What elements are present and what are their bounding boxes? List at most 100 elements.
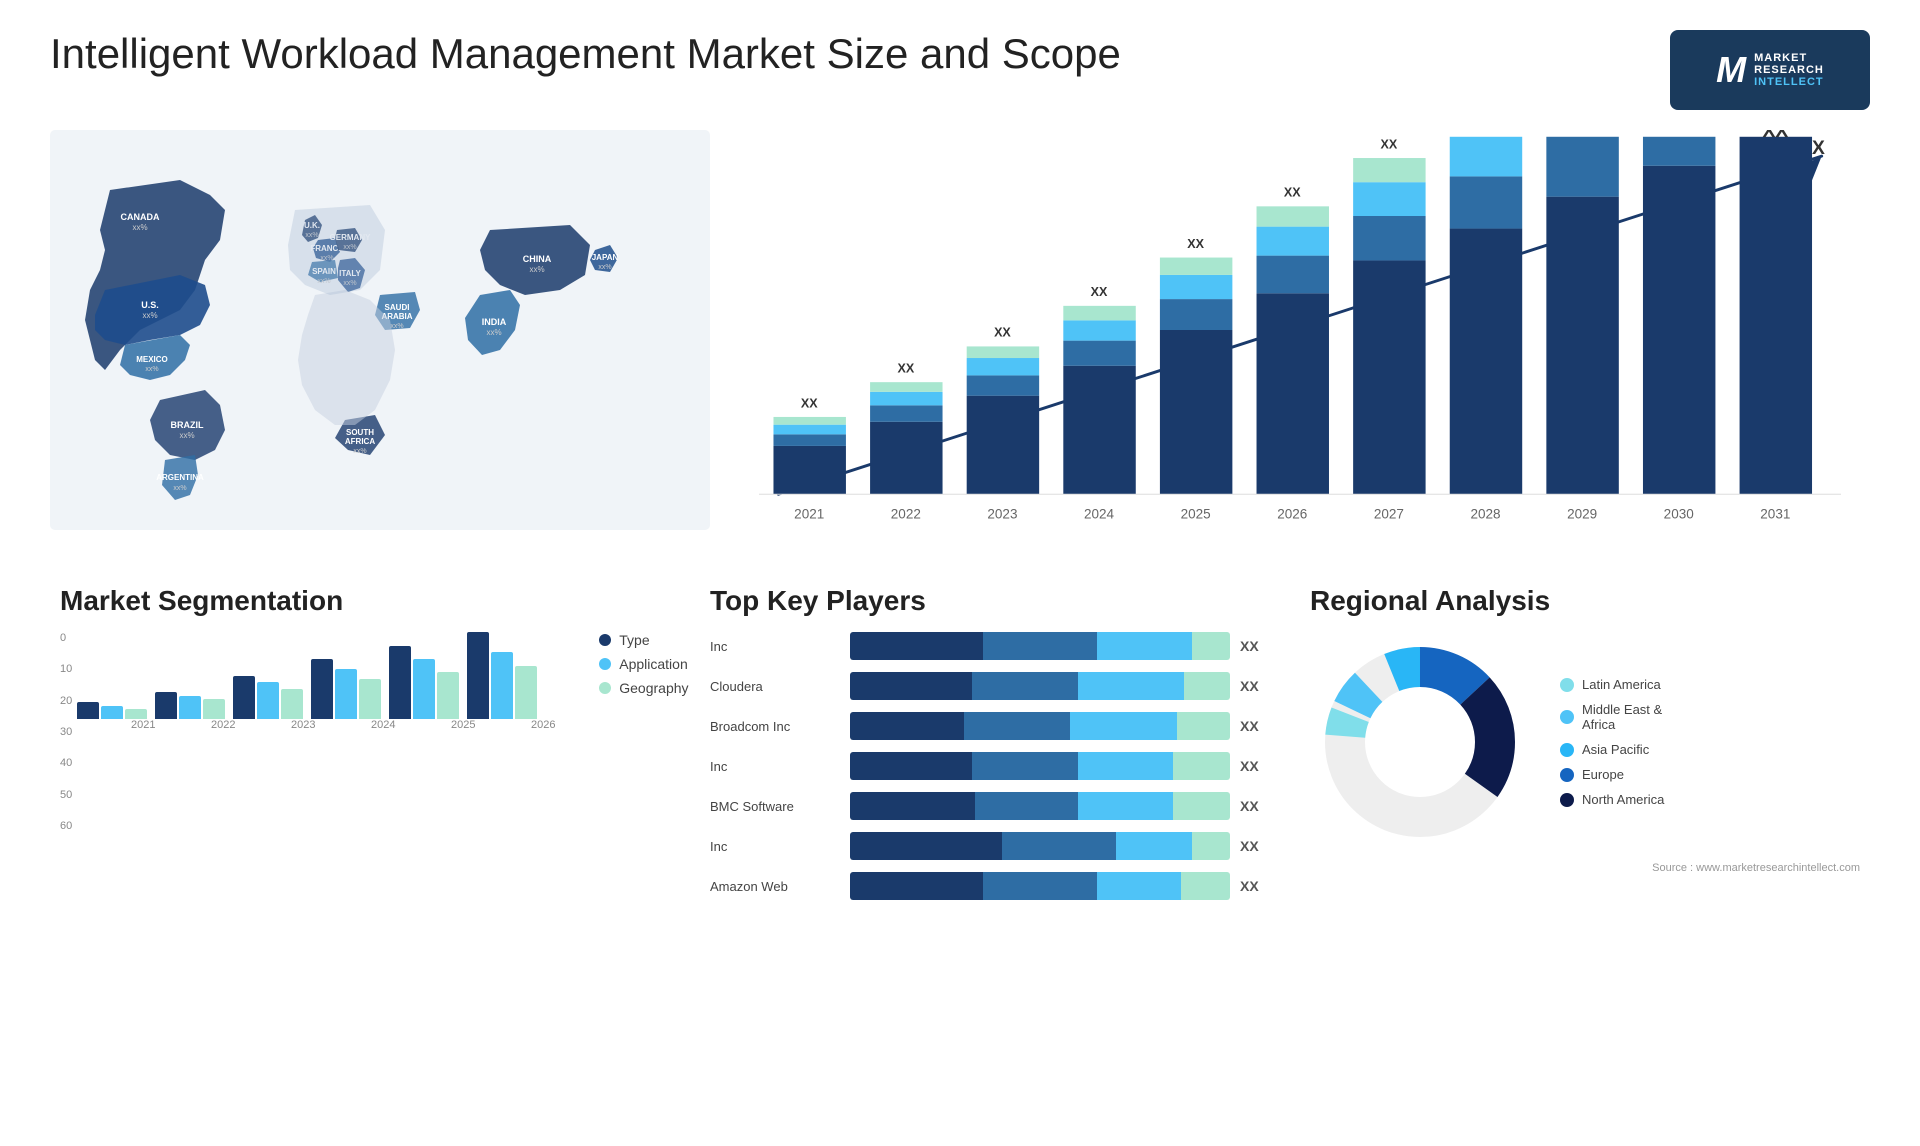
legend-label-geo: Geography	[619, 680, 688, 696]
player-bar-seg3	[1097, 872, 1181, 900]
svg-text:xx%: xx%	[486, 328, 501, 337]
player-bar-seg1	[850, 872, 983, 900]
player-bar-3	[850, 752, 1230, 780]
legend-europe: Europe	[1560, 767, 1664, 782]
player-xx-4: XX	[1240, 798, 1270, 814]
seg-bar-type	[155, 692, 177, 719]
seg-group-2026	[467, 632, 537, 719]
regional-legend: Latin America Middle East &Africa Asia P…	[1560, 677, 1664, 807]
player-row-2: Broadcom Inc XX	[710, 712, 1270, 740]
legend-dot-mea	[1560, 710, 1574, 724]
player-bar-seg2	[983, 872, 1097, 900]
player-xx-6: XX	[1240, 878, 1270, 894]
growth-chart-section: XX 2021 XX 2022 XX	[730, 130, 1870, 560]
svg-text:ARGENTINA: ARGENTINA	[156, 473, 204, 482]
svg-text:2021: 2021	[794, 506, 824, 521]
player-xx-2: XX	[1240, 718, 1270, 734]
seg-bar-type	[467, 632, 489, 719]
player-bar-seg1	[850, 792, 975, 820]
svg-text:SOUTH: SOUTH	[346, 428, 374, 437]
legend-geography: Geography	[599, 680, 688, 696]
legend-dot-apac	[1560, 743, 1574, 757]
player-bar-0	[850, 632, 1230, 660]
logo-area: M MARKET RESEARCH INTELLECT	[1670, 30, 1870, 110]
donut-chart-svg	[1310, 632, 1530, 852]
svg-text:SAUDI: SAUDI	[385, 303, 410, 312]
svg-text:MEXICO: MEXICO	[136, 355, 168, 364]
svg-text:2027: 2027	[1374, 506, 1404, 521]
svg-text:XX: XX	[1187, 237, 1204, 251]
source-text: Source : www.marketresearchintellect.com	[1310, 862, 1860, 874]
seg-bar-app	[179, 696, 201, 719]
seg-bar-geo	[515, 666, 537, 719]
legend-north-america: North America	[1560, 792, 1664, 807]
player-bar-seg1	[850, 712, 964, 740]
bottom-row: Market Segmentation 60 50 40 30 20 10 0	[50, 575, 1870, 922]
player-name-1: Cloudera	[710, 679, 840, 694]
player-bar-seg3	[1078, 792, 1173, 820]
player-bar-seg4	[1173, 792, 1230, 820]
player-bar-seg1	[850, 752, 972, 780]
svg-text:2023: 2023	[987, 506, 1017, 521]
svg-text:2028: 2028	[1470, 506, 1500, 521]
player-bar-seg1	[850, 672, 972, 700]
legend-dot-geo	[599, 682, 611, 694]
svg-text:xx%: xx%	[179, 431, 194, 440]
svg-text:CANADA: CANADA	[121, 212, 160, 222]
svg-text:AFRICA: AFRICA	[345, 437, 375, 446]
legend-label-app: Application	[619, 656, 688, 672]
player-row-1: Cloudera XX	[710, 672, 1270, 700]
seg-group-2024	[311, 659, 381, 719]
svg-text:2022: 2022	[891, 506, 921, 521]
player-bar-seg4	[1192, 832, 1230, 860]
seg-bar-app	[335, 669, 357, 719]
player-bar-seg2	[964, 712, 1070, 740]
world-map-svg: CANADA xx% U.S. xx% MEXICO xx% BRAZIL xx…	[50, 130, 710, 530]
seg-group-2023	[233, 676, 303, 719]
player-bar-seg3	[1078, 672, 1184, 700]
logo-line1: MARKET	[1754, 52, 1824, 64]
svg-text:XX: XX	[1381, 137, 1398, 151]
legend-label-type: Type	[619, 632, 649, 648]
player-xx-0: XX	[1240, 638, 1270, 654]
svg-text:xx%: xx%	[145, 366, 158, 373]
player-row-5: Inc XX	[710, 832, 1270, 860]
player-bar-seg3	[1116, 832, 1192, 860]
svg-text:2025: 2025	[1181, 506, 1211, 521]
svg-text:JAPAN: JAPAN	[592, 253, 619, 262]
svg-text:xx%: xx%	[353, 448, 366, 455]
legend-label-na: North America	[1582, 792, 1664, 807]
seg-bar-app	[413, 659, 435, 719]
page-container: Intelligent Workload Management Market S…	[0, 0, 1920, 1146]
seg-group-2022	[155, 692, 225, 719]
seg-bar-app	[491, 652, 513, 719]
legend-asia-pacific: Asia Pacific	[1560, 742, 1664, 757]
seg-bar-geo	[203, 699, 225, 719]
logo-line2: RESEARCH	[1754, 64, 1824, 76]
regional-title: Regional Analysis	[1310, 585, 1860, 617]
player-bar-seg2	[1002, 832, 1116, 860]
seg-y-axis: 60 50 40 30 20 10 0	[60, 632, 72, 832]
player-bar-2	[850, 712, 1230, 740]
logo-box: M MARKET RESEARCH INTELLECT	[1670, 30, 1870, 110]
legend-dot-app	[599, 658, 611, 670]
player-name-5: Inc	[710, 839, 840, 854]
player-bar-seg1	[850, 632, 983, 660]
svg-text:xx%: xx%	[598, 264, 611, 271]
seg-bar-geo	[359, 679, 381, 719]
svg-text:xx%: xx%	[142, 311, 157, 320]
player-xx-3: XX	[1240, 758, 1270, 774]
player-bar-seg4	[1192, 632, 1230, 660]
player-bar-5	[850, 832, 1230, 860]
svg-text:2030: 2030	[1664, 506, 1694, 521]
svg-text:xx%: xx%	[529, 265, 544, 274]
player-bar-seg4	[1173, 752, 1230, 780]
growth-bar-chart: XX 2021 XX 2022 XX	[730, 130, 1870, 530]
legend-dot-latin	[1560, 678, 1574, 692]
seg-group-2021	[77, 702, 147, 719]
seg-bar-type	[77, 702, 99, 719]
segmentation-title: Market Segmentation	[60, 585, 670, 617]
legend-type: Type	[599, 632, 688, 648]
player-bar-seg2	[972, 672, 1078, 700]
seg-bar-type	[311, 659, 333, 719]
